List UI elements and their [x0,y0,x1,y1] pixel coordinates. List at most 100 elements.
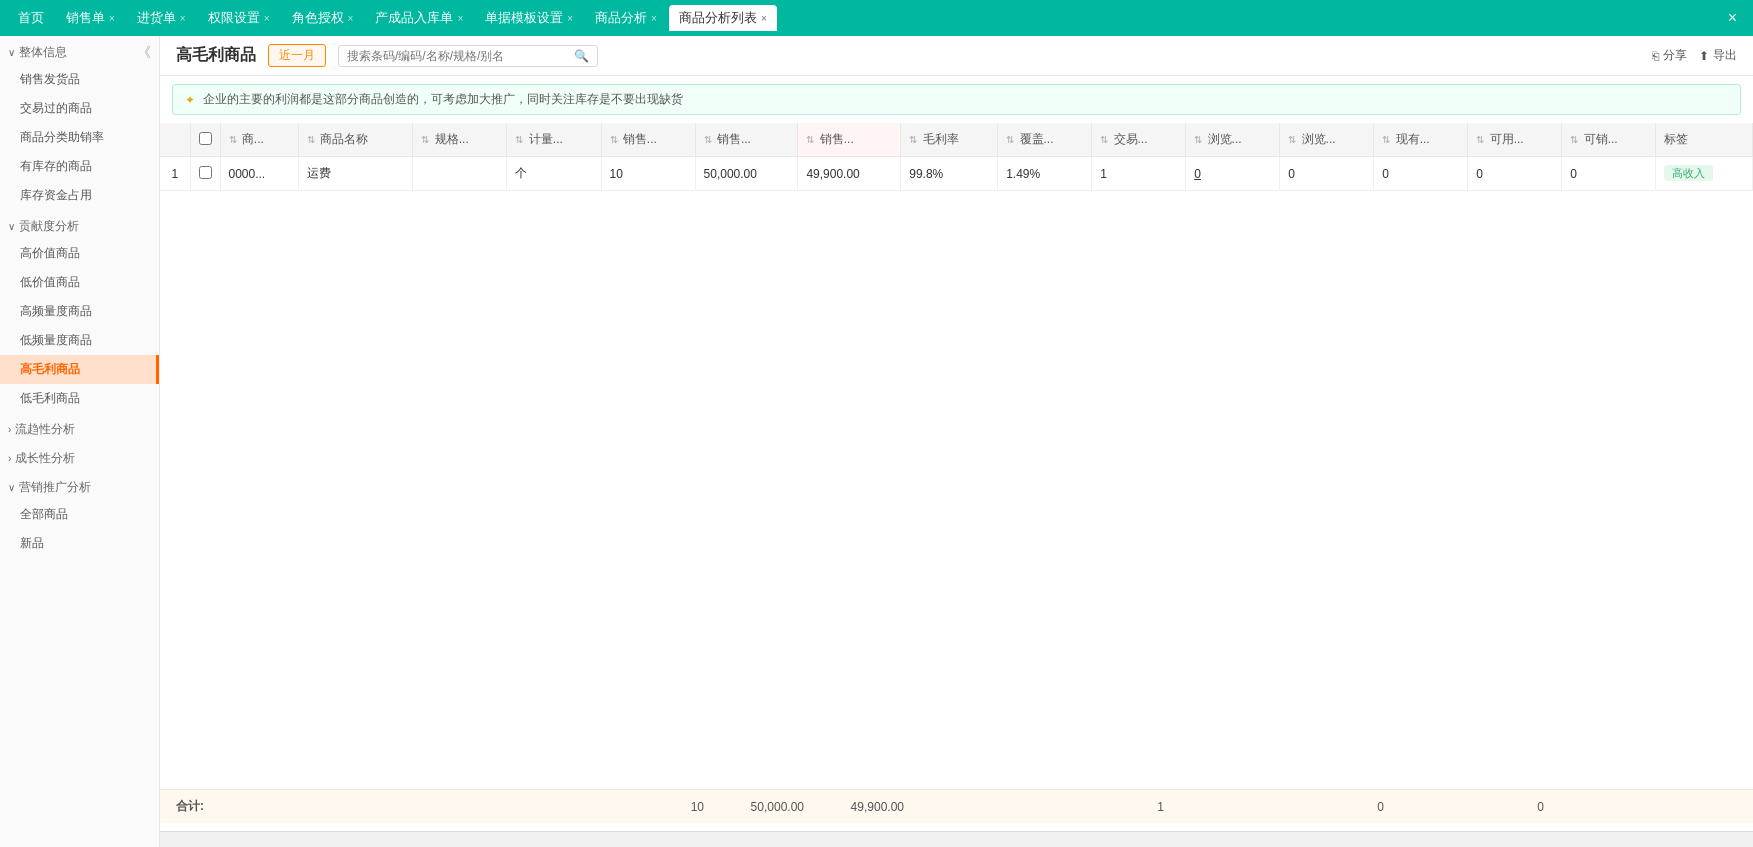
top-navigation: 首页 销售单 × 进货单 × 权限设置 × 角色授权 × 产成品入库单 × 单据… [0,0,1753,36]
select-all-checkbox[interactable] [199,132,212,145]
cell-usable: 0 [1468,157,1562,191]
table-body: 1 0000... 运费 个 10 50,000.00 49,900.00 99… [160,157,1753,191]
close-sales-order[interactable]: × [109,13,115,24]
close-all-tabs[interactable]: × [1720,5,1745,31]
col-usable[interactable]: ⇅ 可用... [1468,123,1562,157]
cell-tag: 高收入 [1656,157,1753,191]
nav-role-permission[interactable]: 角色授权 × [282,5,364,31]
header-actions: ⎗ 分享 ⬆ 导出 [1652,47,1737,64]
content-header: 高毛利商品 近一月 🔍 ⎗ 分享 ⬆ 导出 [160,36,1753,76]
sidebar-item-traded-goods[interactable]: 交易过的商品 [0,94,159,123]
sidebar-collapse-btn[interactable]: 《 [137,44,151,62]
nav-home[interactable]: 首页 [8,5,54,31]
search-input[interactable] [347,49,568,63]
close-product-entry[interactable]: × [457,13,463,24]
col-browse2[interactable]: ⇅ 浏览... [1280,123,1374,157]
sidebar-item-new-goods[interactable]: 新品 [0,529,159,558]
col-unit[interactable]: ⇅ 计量... [507,123,601,157]
close-purchase-order[interactable]: × [180,13,186,24]
close-product-analysis-list[interactable]: × [761,13,767,24]
sidebar-item-goods-analysis[interactable]: 商品分类助销率 [0,123,159,152]
nav-permission-setup[interactable]: 权限设置 × [198,5,280,31]
cell-sales-profit: 49,900.00 [798,157,901,191]
bottom-scrollbar[interactable] [160,831,1753,847]
sidebar-item-high-value[interactable]: 高价值商品 [0,239,159,268]
export-button[interactable]: ⬆ 导出 [1699,47,1737,64]
nav-template-settings[interactable]: 单据模板设置 × [475,5,583,31]
sidebar-item-high-frequency[interactable]: 高频量度商品 [0,297,159,326]
col-sales-qty[interactable]: ⇅ 销售... [601,123,695,157]
footer-summary: 合计: 10 50,000.00 49,900.00 1 0 0 [160,789,1753,823]
col-sales-amount[interactable]: ⇅ 销售... [695,123,798,157]
sidebar-item-stocked-goods[interactable]: 有库存的商品 [0,152,159,181]
cell-goods-code: 0000... [220,157,298,191]
col-checkbox [190,123,220,157]
sidebar-item-all-goods[interactable]: 全部商品 [0,500,159,529]
nav-purchase-order[interactable]: 进货单 × [127,5,196,31]
sidebar-item-sales-ranking[interactable]: 销售发货品 [0,65,159,94]
group-arrow-trend: › [8,424,11,435]
nav-product-analysis[interactable]: 商品分析 × [585,5,667,31]
cell-browse2: 0 [1280,157,1374,191]
info-banner: ✦ 企业的主要的利润都是这部分商品创造的，可考虑加大推广，同时关注库存是不要出现… [172,84,1741,115]
share-icon: ⎗ [1652,49,1659,63]
footer-sellable: 0 [1464,800,1544,814]
col-coverage[interactable]: ⇅ 覆盖... [998,123,1092,157]
close-role-permission[interactable]: × [348,13,354,24]
col-transaction[interactable]: ⇅ 交易... [1092,123,1186,157]
cell-unit: 个 [507,157,601,191]
cell-sales-amount: 50,000.00 [695,157,798,191]
sidebar-item-low-margin[interactable]: 低毛利商品 [0,384,159,413]
footer-sales-qty: 10 [624,800,704,814]
close-template-settings[interactable]: × [567,13,573,24]
sidebar-group-growth-analysis[interactable]: › 成长性分析 [0,442,159,471]
col-sales-profit[interactable]: ⇅ 销售... [798,123,901,157]
close-permission-setup[interactable]: × [264,13,270,24]
sidebar-item-inventory-funds[interactable]: 库存资金占用 [0,181,159,210]
sidebar-group-overall-info[interactable]: ∨ 整体信息 [0,36,159,65]
col-browse1[interactable]: ⇅ 浏览... [1186,123,1280,157]
footer-available: 0 [1304,800,1384,814]
cell-sales-qty: 10 [601,157,695,191]
footer-transaction: 1 [1084,800,1164,814]
nav-product-analysis-list[interactable]: 商品分析列表 × [669,5,777,31]
footer-label: 合计: [176,798,204,815]
page-title: 高毛利商品 [176,45,256,66]
row-checkbox[interactable] [190,157,220,191]
share-button[interactable]: ⎗ 分享 [1652,47,1687,64]
row-select-checkbox[interactable] [199,166,212,179]
cell-browse1[interactable]: 0 [1186,157,1280,191]
sidebar-group-trend-analysis[interactable]: › 流趋性分析 [0,413,159,442]
col-num [160,123,190,157]
nav-product-entry[interactable]: 产成品入库单 × [365,5,473,31]
col-gross-margin[interactable]: ⇅ 毛利率 [901,123,998,157]
filter-month-btn[interactable]: 近一月 [268,44,326,67]
col-available[interactable]: ⇅ 现有... [1374,123,1468,157]
col-goods-name[interactable]: ⇅ 商品名称 [298,123,412,157]
search-icon[interactable]: 🔍 [574,49,589,63]
cell-coverage: 1.49% [998,157,1092,191]
sidebar-item-low-frequency[interactable]: 低频量度商品 [0,326,159,355]
search-box: 🔍 [338,45,598,67]
col-goods-code[interactable]: ⇅ 商... [220,123,298,157]
footer-sales-amount: 50,000.00 [724,800,804,814]
sidebar-item-high-margin[interactable]: 高毛利商品 [0,355,159,384]
tag-badge: 高收入 [1664,165,1713,181]
cell-transaction: 1 [1092,157,1186,191]
sidebar-group-marketing-analysis[interactable]: ∨ 营销推广分析 [0,471,159,500]
table-header-row: ⇅ 商... ⇅ 商品名称 ⇅ 规格... ⇅ [160,123,1753,157]
sidebar-group-wealth-analysis[interactable]: ∨ 贡献度分析 [0,210,159,239]
footer-sales-profit: 49,900.00 [824,800,904,814]
content-area: 高毛利商品 近一月 🔍 ⎗ 分享 ⬆ 导出 ✦ 企业的主要的利润都是这部分商品创… [160,36,1753,847]
table-row: 1 0000... 运费 个 10 50,000.00 49,900.00 99… [160,157,1753,191]
col-spec[interactable]: ⇅ 规格... [413,123,507,157]
nav-sales-order[interactable]: 销售单 × [56,5,125,31]
col-sellable[interactable]: ⇅ 可销... [1562,123,1656,157]
table-container: ⇅ 商... ⇅ 商品名称 ⇅ 规格... ⇅ [160,123,1753,807]
sidebar: 《 ∨ 整体信息 销售发货品 交易过的商品 商品分类助销率 有库存的商品 库存资… [0,36,160,847]
close-product-analysis[interactable]: × [651,13,657,24]
main-layout: 《 ∨ 整体信息 销售发货品 交易过的商品 商品分类助销率 有库存的商品 库存资… [0,36,1753,847]
cell-available: 0 [1374,157,1468,191]
row-num: 1 [160,157,190,191]
sidebar-item-low-value[interactable]: 低价值商品 [0,268,159,297]
